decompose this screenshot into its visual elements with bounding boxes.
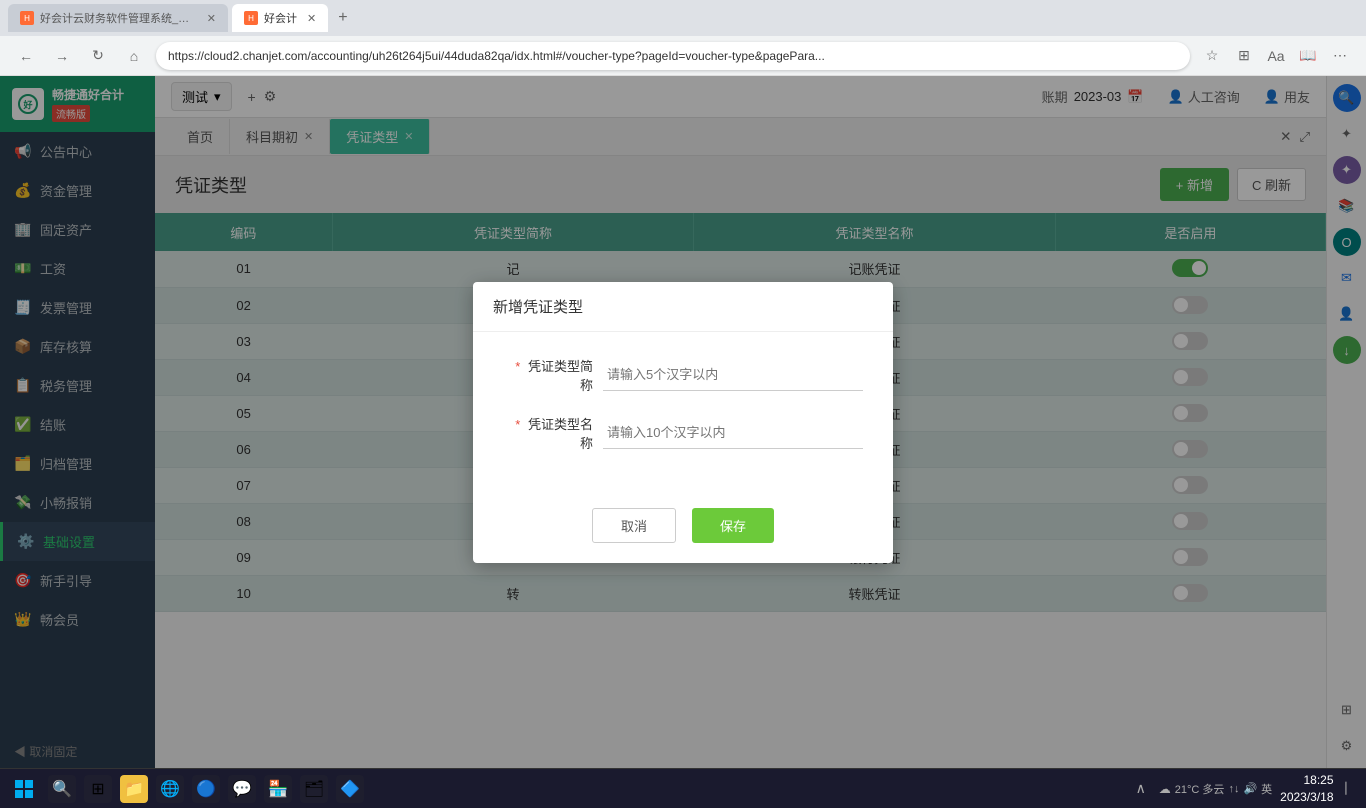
name-required-mark: * <box>515 417 520 432</box>
modal-header: 新增凭证类型 <box>473 282 893 332</box>
zoom-button[interactable]: Aa <box>1262 42 1290 70</box>
tab-close-2[interactable]: ✕ <box>307 12 316 25</box>
back-button[interactable]: ← <box>12 42 40 70</box>
abbr-required-mark: * <box>515 359 520 374</box>
browser-chrome: H 好会计云财务软件管理系统_会计 ✕ H 好会计 ✕ + ← → ↻ ⌂ ☆ … <box>0 0 1366 76</box>
taskbar-tray: ∧ ☁ 21°C 多云 ↑↓ 🔊 英 <box>1127 775 1272 803</box>
time-display: 18:25 <box>1280 772 1333 789</box>
tab-favicon-2: H <box>244 11 258 25</box>
name-input[interactable] <box>603 417 863 449</box>
modal-title: 新增凭证类型 <box>493 296 583 317</box>
browser-actions: ☆ ⊞ Aa 📖 ⋯ <box>1198 42 1354 70</box>
address-bar: ← → ↻ ⌂ ☆ ⊞ Aa 📖 ⋯ <box>0 36 1366 76</box>
tab-actions-button[interactable]: ⊞ <box>1230 42 1258 70</box>
cancel-button[interactable]: 取消 <box>592 508 676 543</box>
forward-button[interactable]: → <box>48 42 76 70</box>
tab-favicon-1: H <box>20 11 34 25</box>
date-display: 2023/3/18 <box>1280 789 1333 806</box>
tab-label-2: 好会计 <box>264 10 297 26</box>
abbr-label: * 凭证类型简称 <box>503 356 603 394</box>
taskbar-browser2-button[interactable]: 🔷 <box>336 775 364 803</box>
taskbar-chrome-button[interactable]: 🔵 <box>192 775 220 803</box>
taskbar: 🔍 ⊞ 📁 🌐 🔵 💬 🏪 🗂 🔷 ∧ ☁ 21°C 多云 ↑↓ 🔊 英 18:… <box>0 768 1366 808</box>
tray-expand-button[interactable]: ∧ <box>1127 775 1155 803</box>
form-row-name: * 凭证类型名称 <box>503 414 863 452</box>
taskbar-appstore-button[interactable]: 🏪 <box>264 775 292 803</box>
name-label: * 凭证类型名称 <box>503 414 603 452</box>
new-tab-button[interactable]: + <box>332 9 353 27</box>
form-row-abbr: * 凭证类型简称 <box>503 356 863 394</box>
save-button[interactable]: 保存 <box>692 508 774 543</box>
tray-volume-button[interactable]: 🔊 <box>1243 782 1257 795</box>
show-desktop-button[interactable]: ▏ <box>1342 782 1358 795</box>
tab-bar: H 好会计云财务软件管理系统_会计 ✕ H 好会计 ✕ + <box>0 0 1366 36</box>
add-voucher-type-modal: 新增凭证类型 * 凭证类型简称 * 凭证类型名称 取消 保存 <box>473 282 893 563</box>
tray-weather-text: 21°C 多云 <box>1175 781 1225 797</box>
tab-close-1[interactable]: ✕ <box>207 12 216 25</box>
taskbar-wechat-button[interactable]: 💬 <box>228 775 256 803</box>
modal-footer: 取消 保存 <box>473 496 893 563</box>
reading-mode-button[interactable]: 📖 <box>1294 42 1322 70</box>
tray-weather-icon: ☁ <box>1159 782 1171 796</box>
browser-menu-button[interactable]: ⋯ <box>1326 42 1354 70</box>
taskbar-explorer-button[interactable]: 📁 <box>120 775 148 803</box>
home-button[interactable]: ⌂ <box>120 42 148 70</box>
tray-network-button[interactable]: ↑↓ <box>1228 783 1239 795</box>
tray-lang: 英 <box>1261 781 1272 797</box>
browser-tab-1[interactable]: H 好会计云财务软件管理系统_会计 ✕ <box>8 4 228 32</box>
address-input[interactable] <box>156 42 1190 70</box>
modal-body: * 凭证类型简称 * 凭证类型名称 <box>473 332 893 496</box>
browser-tab-2[interactable]: H 好会计 ✕ <box>232 4 328 32</box>
modal-overlay: 新增凭证类型 * 凭证类型简称 * 凭证类型名称 取消 保存 <box>0 76 1366 768</box>
refresh-button[interactable]: ↻ <box>84 42 112 70</box>
taskbar-files-button[interactable]: 🗂 <box>300 775 328 803</box>
favorites-button[interactable]: ☆ <box>1198 42 1226 70</box>
start-button[interactable] <box>8 773 40 805</box>
tab-label-1: 好会计云财务软件管理系统_会计 <box>40 10 197 26</box>
taskbar-search-button[interactable]: 🔍 <box>48 775 76 803</box>
taskbar-time[interactable]: 18:25 2023/3/18 <box>1280 772 1333 806</box>
taskbar-task-view-button[interactable]: ⊞ <box>84 775 112 803</box>
taskbar-edge-button[interactable]: 🌐 <box>156 775 184 803</box>
abbr-input[interactable] <box>603 359 863 391</box>
